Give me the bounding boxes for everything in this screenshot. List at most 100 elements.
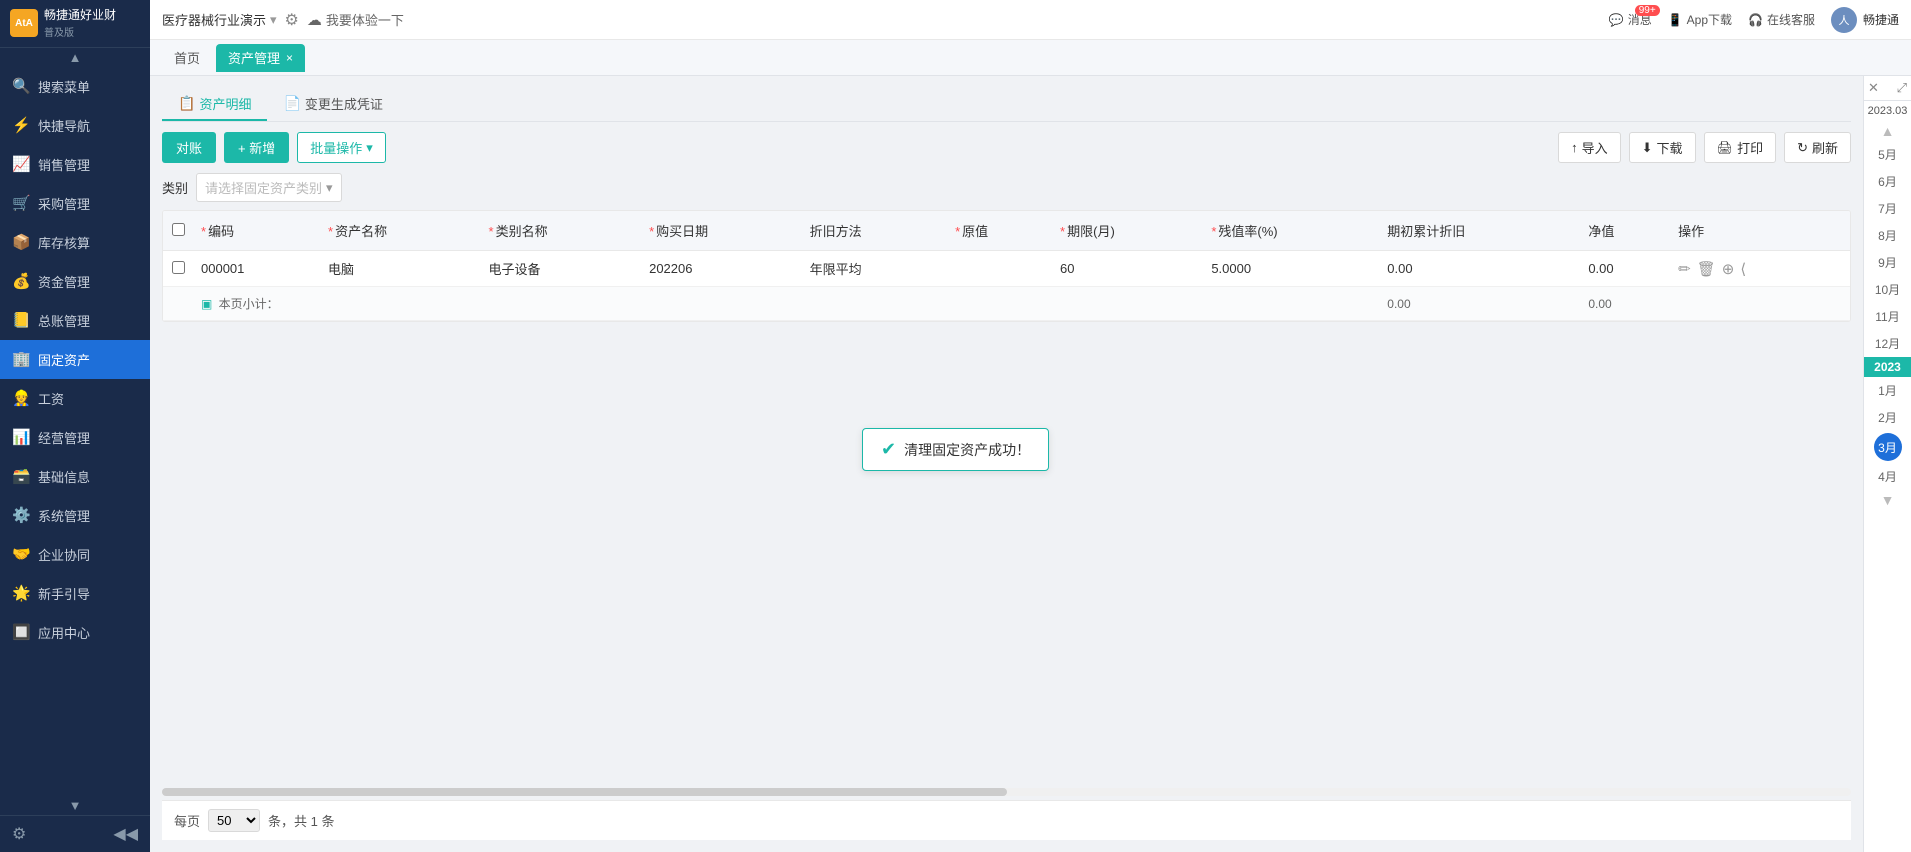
content-area: 📋 资产明细 📄 变更生成凭证 对账 + 新增 批量操作 ▾ (150, 76, 1911, 852)
message-icon: 💬 (1609, 13, 1624, 27)
sub-tabs: 📋 资产明细 📄 变更生成凭证 (162, 88, 1851, 122)
basic-icon: 🗃️ (12, 467, 30, 485)
sales-icon: 📈 (12, 155, 30, 173)
sidebar-item-ledger[interactable]: 📒 总账管理 (0, 301, 150, 340)
sidebar-item-system[interactable]: ⚙️ 系统管理 (0, 496, 150, 535)
cal-month-2[interactable]: 2月 (1864, 404, 1911, 431)
finance-icon: 💰 (12, 272, 30, 290)
sidebar-item-sales[interactable]: 📈 销售管理 (0, 145, 150, 184)
sidebar-scroll-down[interactable]: ▼ (0, 796, 150, 815)
sidebar-item-finance[interactable]: 💰 资金管理 (0, 262, 150, 301)
sub-tab-voucher[interactable]: 📄 变更生成凭证 (267, 88, 398, 121)
cal-month-7[interactable]: 7月 (1864, 195, 1911, 222)
online-service-btn[interactable]: 🎧 在线客服 (1748, 11, 1815, 28)
delete-icon[interactable]: 🗑 (1697, 260, 1716, 278)
cal-month-8[interactable]: 8月 (1864, 222, 1911, 249)
avatar: 人 (1831, 7, 1857, 33)
sub-tab-label: 变更生成凭证 (305, 94, 383, 113)
sidebar-scroll-up[interactable]: ▲ (0, 48, 150, 67)
sidebar-item-label: 新手引导 (38, 584, 90, 603)
assets-table: *编码 *资产名称 *类别名称 *购买日期 折旧方法 *原值 *期限(月) *残… (163, 211, 1850, 321)
sidebar-item-search[interactable]: 🔍 搜索菜单 (0, 67, 150, 106)
cal-month-11[interactable]: 11月 (1864, 303, 1911, 330)
download-button[interactable]: ⬇ 下载 (1629, 132, 1696, 163)
collapse-icon[interactable]: ◀◀ (113, 824, 138, 844)
sidebar-item-assets[interactable]: 🏢 固定资产 (0, 340, 150, 379)
sidebar-item-guide[interactable]: 🌟 新手引导 (0, 574, 150, 613)
total-label: 条，共 1 条 (268, 811, 334, 830)
row-checkbox[interactable] (172, 261, 185, 274)
row-original-value (947, 251, 1052, 287)
sub-tab-asset-detail[interactable]: 📋 资产明细 (162, 88, 267, 121)
th-code: *编码 (193, 211, 320, 251)
batch-button[interactable]: 批量操作 ▾ (297, 132, 386, 163)
per-page-select[interactable]: 10 20 50 100 (208, 809, 260, 832)
select-all-checkbox[interactable] (172, 223, 185, 236)
sidebar-item-label: 资金管理 (38, 272, 90, 291)
sidebar-item-operations[interactable]: 📊 经营管理 (0, 418, 150, 457)
refresh-button[interactable]: ↻ 刷新 (1784, 132, 1851, 163)
search-icon: 🔍 (12, 77, 30, 95)
settings-gear-icon[interactable]: ⚙ (285, 10, 299, 30)
row-net-value: 0.00 (1580, 251, 1670, 287)
subtotal-row: ▣ 本页小计： 0.00 0.00 (163, 287, 1850, 321)
quicknav-icon: ⚡ (12, 116, 30, 134)
app-download-btn[interactable]: 📱 App下载 (1668, 11, 1732, 28)
scrollbar-thumb[interactable] (162, 788, 1007, 796)
table-footer: 每页 10 20 50 100 条，共 1 条 (162, 800, 1851, 840)
tab-assets-management[interactable]: 资产管理 × (216, 44, 305, 72)
new-button[interactable]: + 新增 (224, 132, 289, 163)
sidebar-item-payroll[interactable]: 👷 工资 (0, 379, 150, 418)
copy-icon[interactable]: ⊕ (1722, 260, 1735, 278)
username-label: 畅捷通 (1863, 11, 1899, 28)
sidebar-item-label: 快捷导航 (38, 116, 90, 135)
import-icon: ↑ (1571, 140, 1578, 155)
feedback-btn[interactable]: ☁ 我要体验一下 (307, 10, 404, 29)
calendar-close-icon[interactable]: ✕ (1868, 80, 1879, 96)
sidebar-item-purchase[interactable]: 🛒 采购管理 (0, 184, 150, 223)
calendar-scroll-up[interactable]: ▲ (1881, 121, 1895, 141)
cal-month-3-active[interactable]: 3月 (1874, 433, 1902, 461)
print-button[interactable]: 🖨 打印 (1704, 132, 1777, 163)
row-accumulated: 0.00 (1379, 251, 1580, 287)
sidebar-item-label: 应用中心 (38, 623, 90, 642)
voucher-icon: 📄 (283, 95, 300, 112)
sidebar-item-quicknav[interactable]: ⚡ 快捷导航 (0, 106, 150, 145)
company-selector[interactable]: 医疗器械行业演示 ▾ (162, 10, 277, 29)
sub-tab-label: 资产明细 (199, 94, 251, 113)
cal-month-5[interactable]: 5月 (1864, 141, 1911, 168)
cal-month-1[interactable]: 1月 (1864, 377, 1911, 404)
sidebar-item-label: 采购管理 (38, 194, 90, 213)
settings-icon[interactable]: ⚙ (12, 824, 26, 844)
sidebar-item-apps[interactable]: 🔲 应用中心 (0, 613, 150, 652)
sidebar-item-label: 基础信息 (38, 467, 90, 486)
import-button[interactable]: ↑ 导入 (1558, 132, 1621, 163)
category-filter[interactable]: 请选择固定资产类别 ▾ (196, 173, 342, 202)
subtotal-action (1670, 287, 1850, 321)
calendar-expand-icon[interactable]: ⤢ (1897, 80, 1907, 96)
cal-month-9[interactable]: 9月 (1864, 249, 1911, 276)
tab-home[interactable]: 首页 (162, 40, 212, 76)
th-depreciation: 折旧方法 (802, 211, 947, 251)
sidebar-item-cooperation[interactable]: 🤝 企业协同 (0, 535, 150, 574)
cal-month-4[interactable]: 4月 (1864, 463, 1911, 490)
calendar-scroll-down[interactable]: ▼ (1881, 490, 1895, 510)
current-year-label: 2023 (1864, 357, 1911, 377)
sidebar: AtA 畅捷通好业财 普及版 ▲ 🔍 搜索菜单 ⚡ 快捷导航 📈 销售管理 🛒 … (0, 0, 150, 852)
cal-month-10[interactable]: 10月 (1864, 276, 1911, 303)
sidebar-item-basic[interactable]: 🗃️ 基础信息 (0, 457, 150, 496)
edit-icon[interactable]: ✏ (1678, 260, 1691, 278)
download-icon2: ⬇ (1642, 140, 1653, 156)
horizontal-scrollbar[interactable] (162, 788, 1851, 796)
cal-month-6[interactable]: 6月 (1864, 168, 1911, 195)
more-icon[interactable]: ⟨ (1740, 260, 1746, 278)
row-code: 000001 (193, 251, 320, 287)
reconcile-button[interactable]: 对账 (162, 132, 216, 163)
logo-icon: AtA (10, 9, 38, 37)
sidebar-item-inventory[interactable]: 📦 库存核算 (0, 223, 150, 262)
user-info: 人 畅捷通 (1831, 7, 1899, 33)
tab-close-icon[interactable]: × (286, 51, 293, 65)
message-btn[interactable]: 💬 消息 99+ (1609, 11, 1652, 28)
cal-month-12[interactable]: 12月 (1864, 330, 1911, 357)
toolbar-right: ↑ 导入 ⬇ 下载 🖨 打印 ↻ 刷新 (1558, 132, 1851, 163)
